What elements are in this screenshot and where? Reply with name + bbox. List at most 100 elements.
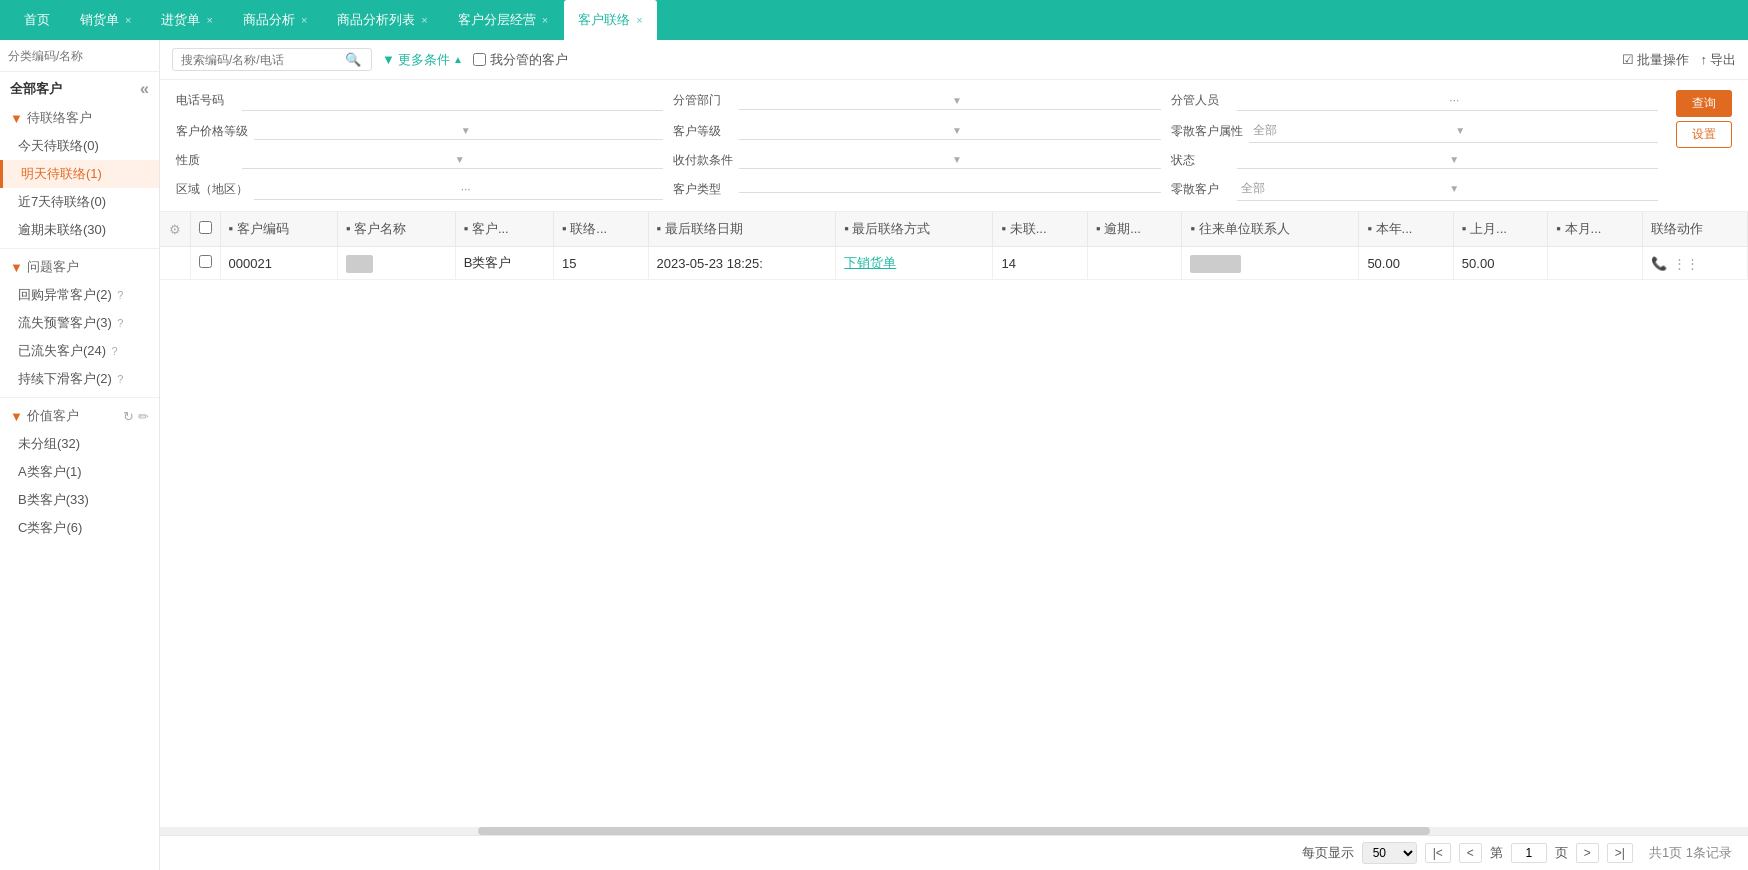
- sidebar-item-churn-warning[interactable]: 流失预警客户(3) ?: [0, 309, 159, 337]
- nav-product-analysis[interactable]: 商品分析 ×: [229, 0, 321, 40]
- nav-customer-segmentation[interactable]: 客户分层经营 ×: [444, 0, 562, 40]
- customer-table: ⚙ ▪ 客户编码 ▪ 客户名称 ▪ 客户...: [160, 212, 1748, 280]
- scrollbar-thumb[interactable]: [478, 827, 1431, 835]
- more-filter-button[interactable]: ▼ 更多条件 ▲: [382, 51, 463, 69]
- filter-retail-customer-select[interactable]: 全部 ▼: [1237, 177, 1658, 201]
- table-col-customer-code: ▪ 客户编码: [220, 212, 338, 247]
- filter-panel: 电话号码 分管部门 ▼ 分管人员: [160, 80, 1748, 212]
- arrow-down-icon: ▼: [10, 111, 23, 126]
- table-cell-checkbox: [190, 247, 220, 280]
- top-navigation: 首页 销货单 × 进货单 × 商品分析 × 商品分析列表 × 客户分层经营 × …: [0, 0, 1748, 40]
- close-product-analysis-icon[interactable]: ×: [301, 14, 307, 26]
- edit-icon[interactable]: ✏: [138, 409, 149, 424]
- filter-region: 区域（地区） ···: [176, 179, 663, 200]
- refresh-icon[interactable]: ↻: [123, 409, 134, 424]
- filter-nature-select[interactable]: ▼: [242, 151, 663, 169]
- sidebar-item-7days-pending[interactable]: 近7天待联络(0): [0, 188, 159, 216]
- filter-status: 状态 ▼: [1171, 151, 1658, 169]
- page-number-input[interactable]: [1511, 843, 1547, 863]
- sidebar-item-ungrouped[interactable]: 未分组(32): [0, 430, 159, 458]
- search-icon[interactable]: 🔍: [345, 52, 361, 67]
- search-input[interactable]: [181, 53, 341, 67]
- export-button[interactable]: ↑ 导出: [1701, 51, 1737, 69]
- table-col-last-contact-date: ▪ 最后联络日期: [648, 212, 836, 247]
- close-customer-contact-icon[interactable]: ×: [636, 14, 642, 26]
- batch-op-icon: ☑: [1622, 52, 1634, 67]
- person-more-icon[interactable]: ···: [1449, 93, 1654, 107]
- table-col-customer-name: ▪ 客户名称: [338, 212, 456, 247]
- table-col-settings[interactable]: ⚙: [160, 212, 190, 247]
- filter-payment-select[interactable]: ▼: [739, 151, 1160, 169]
- retail-customer-caret-icon: ▼: [1449, 183, 1654, 194]
- my-customer-checkbox-wrap[interactable]: 我分管的客户: [473, 51, 568, 69]
- action-phone-icon[interactable]: 📞: [1651, 256, 1667, 271]
- filter-retail-attr-select[interactable]: 全部 ▼: [1249, 119, 1658, 143]
- table-select-all-checkbox[interactable]: [199, 221, 212, 234]
- table-col-last-month: ▪ 上月...: [1453, 212, 1547, 247]
- nav-sales-order[interactable]: 销货单 ×: [66, 0, 145, 40]
- filter-customer-type-select[interactable]: [739, 186, 1160, 193]
- sidebar-problem-customers-group: ▼ 问题客户: [0, 253, 159, 281]
- blurred-contact-person: contact: [1190, 255, 1241, 273]
- table-col-customer-type: ▪ 客户...: [455, 212, 553, 247]
- first-page-button[interactable]: |<: [1425, 843, 1451, 863]
- sidebar-search-input[interactable]: [8, 49, 158, 63]
- nav-customer-contact[interactable]: 客户联络 ×: [564, 0, 656, 40]
- sidebar-item-overdue-contact[interactable]: 逾期未联络(30): [0, 216, 159, 244]
- filter-phone: 电话号码: [176, 90, 663, 111]
- query-button[interactable]: 查询: [1676, 90, 1732, 117]
- sidebar-item-class-b[interactable]: B类客户(33): [0, 486, 159, 514]
- table-cell-customer-name: Ea: [338, 247, 456, 280]
- filter-region-select[interactable]: ···: [254, 179, 663, 200]
- blurred-customer-name: Ea: [346, 255, 373, 273]
- table-cell-last-month: 50.00: [1453, 247, 1547, 280]
- filter-phone-input[interactable]: [242, 90, 663, 111]
- sidebar-item-declining[interactable]: 持续下滑客户(2) ?: [0, 365, 159, 393]
- sidebar-item-churned[interactable]: 已流失客户(24) ?: [0, 337, 159, 365]
- filter-action-buttons: 查询 设置: [1676, 90, 1732, 201]
- sidebar-collapse-icon[interactable]: «: [140, 80, 149, 98]
- batch-operation-button[interactable]: ☑ 批量操作: [1622, 51, 1689, 69]
- close-sales-order-icon[interactable]: ×: [125, 14, 131, 26]
- my-customer-checkbox[interactable]: [473, 53, 486, 66]
- sidebar-item-tomorrow-pending[interactable]: 明天待联络(1): [0, 160, 159, 188]
- page-size-select[interactable]: 50 100: [1362, 842, 1417, 864]
- filter-retail-customer: 零散客户 全部 ▼: [1171, 177, 1658, 201]
- last-contact-method-link[interactable]: 下销货单: [844, 255, 896, 270]
- sidebar-item-class-c[interactable]: C类客户(6): [0, 514, 159, 542]
- region-more-icon[interactable]: ···: [461, 182, 660, 196]
- nav-product-analysis-list[interactable]: 商品分析列表 ×: [323, 0, 441, 40]
- filter-row-3: 性质 ▼ 收付款条件 ▼: [176, 151, 1658, 169]
- table-col-contact-count: ▪ 联络...: [554, 212, 648, 247]
- table-cell-contact-person: contact: [1182, 247, 1359, 280]
- close-product-analysis-list-icon[interactable]: ×: [421, 14, 427, 26]
- sidebar-item-today-pending[interactable]: 今天待联络(0): [0, 132, 159, 160]
- next-page-button[interactable]: >: [1576, 843, 1599, 863]
- sidebar-all-customers-header: 全部客户 «: [0, 72, 159, 104]
- action-more-icon[interactable]: ⋮⋮: [1673, 256, 1699, 271]
- table-col-checkbox: [190, 212, 220, 247]
- prev-page-button[interactable]: <: [1459, 843, 1482, 863]
- table-cell-uncontacted: 14: [993, 247, 1087, 280]
- sidebar-item-repurchase-abnormal[interactable]: 回购异常客户(2) ?: [0, 281, 159, 309]
- horizontal-scrollbar[interactable]: [160, 827, 1748, 835]
- filter-person-select[interactable]: ···: [1237, 90, 1658, 111]
- close-purchase-order-icon[interactable]: ×: [206, 14, 212, 26]
- filter-price-level-select[interactable]: ▼: [254, 122, 663, 140]
- dept-caret-icon: ▼: [952, 95, 1157, 106]
- filter-status-select[interactable]: ▼: [1237, 151, 1658, 169]
- table-col-this-year: ▪ 本年...: [1359, 212, 1453, 247]
- sidebar-item-class-a[interactable]: A类客户(1): [0, 458, 159, 486]
- nav-home[interactable]: 首页: [10, 0, 64, 40]
- filter-nature: 性质 ▼: [176, 151, 663, 169]
- filter-dept-select[interactable]: ▼: [739, 92, 1160, 110]
- filter-customer-level-select[interactable]: ▼: [739, 122, 1160, 140]
- sidebar-search-area: 🔍: [0, 40, 159, 72]
- last-page-button[interactable]: >|: [1607, 843, 1633, 863]
- table-cell-overdue: [1087, 247, 1181, 280]
- row-checkbox[interactable]: [199, 255, 212, 268]
- close-customer-segmentation-icon[interactable]: ×: [542, 14, 548, 26]
- nav-purchase-order[interactable]: 进货单 ×: [147, 0, 226, 40]
- filter-retail-attr: 零散客户属性 全部 ▼: [1171, 119, 1658, 143]
- set-button[interactable]: 设置: [1676, 121, 1732, 148]
